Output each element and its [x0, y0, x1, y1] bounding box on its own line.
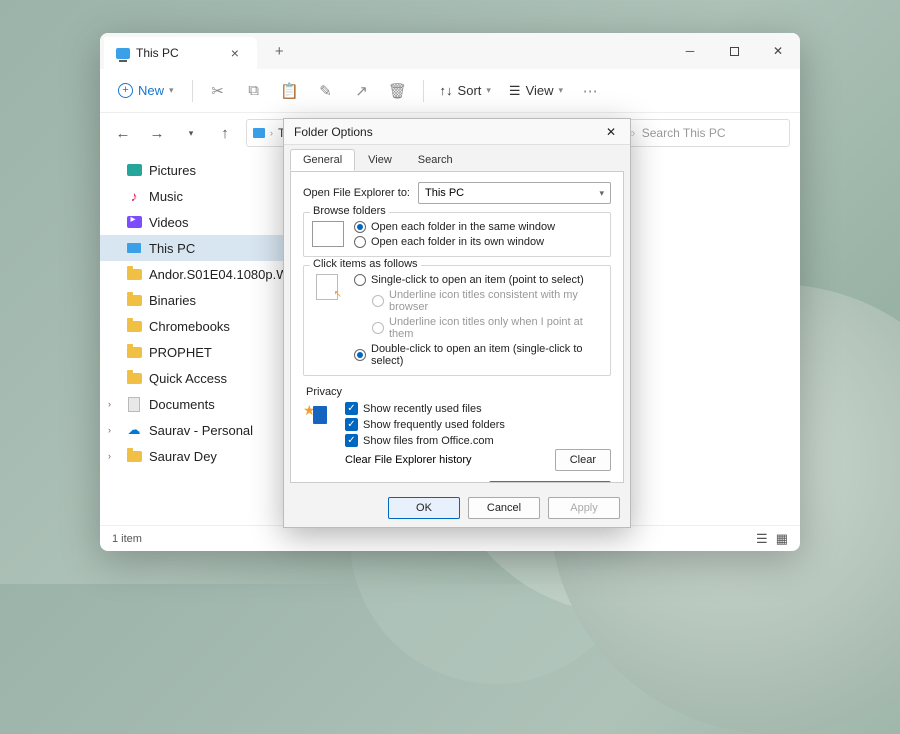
check-recent-files[interactable]: ✓Show recently used files [345, 402, 611, 415]
toolbar: + New ▾ ✂ ⧉ 📋 ✎ ↗ 🗑 ↑↓ Sort ▾ ☰ View ▾ ⋯ [100, 69, 800, 113]
view-button[interactable]: ☰ View ▾ [503, 79, 569, 103]
close-window-button[interactable]: ✕ [756, 33, 800, 69]
open-to-combo[interactable]: This PC ▾ [418, 182, 611, 204]
radio-underline-hover: Underline icon titles only when I point … [372, 316, 602, 340]
radio-double-click[interactable]: Double-click to open an item (single-cli… [354, 343, 602, 367]
radio-same-window[interactable]: Open each folder in the same window [354, 221, 602, 233]
pc-icon [253, 128, 265, 138]
sidebar-item-folder[interactable]: Andor.S01E04.1080p.WEB [100, 261, 290, 287]
sidebar-item-this-pc[interactable]: This PC [100, 235, 290, 261]
chevron-down-icon: ▾ [599, 188, 604, 199]
sidebar-item-folder[interactable]: Binaries [100, 287, 290, 313]
tab-view[interactable]: View [355, 149, 405, 171]
close-tab-icon[interactable]: × [225, 45, 245, 61]
delete-icon[interactable]: 🗑 [383, 76, 413, 106]
forward-button[interactable]: → [144, 120, 170, 146]
sidebar-item-pictures[interactable]: Pictures [100, 157, 290, 183]
sidebar-item-folder[interactable]: PROPHET [100, 339, 290, 365]
more-icon[interactable]: ⋯ [575, 76, 605, 106]
sidebar-item-videos[interactable]: Videos [100, 209, 290, 235]
click-icon [312, 274, 344, 300]
icons-view-icon[interactable]: ▦ [776, 531, 788, 547]
tab-title: This PC [136, 46, 179, 60]
chevron-right-icon[interactable]: › [108, 425, 111, 435]
paste-icon[interactable]: 📋 [275, 76, 305, 106]
cancel-button[interactable]: Cancel [468, 497, 540, 519]
apply-button[interactable]: Apply [548, 497, 620, 519]
search-input[interactable]: ⌕ Search This PC [620, 119, 790, 147]
rename-icon[interactable]: ✎ [311, 76, 341, 106]
chevron-right-icon[interactable]: › [108, 451, 111, 461]
titlebar: This PC × + ─ ✕ [100, 33, 800, 69]
plus-circle-icon: + [118, 83, 133, 98]
browse-folders-group: Browse folders Open each folder in the s… [303, 212, 611, 257]
dialog-titlebar: Folder Options ✕ [284, 119, 630, 145]
sort-button[interactable]: ↑↓ Sort ▾ [434, 79, 497, 102]
sidebar-item-music[interactable]: ♪Music [100, 183, 290, 209]
sort-icon: ↑↓ [440, 83, 453, 98]
window-icon [312, 221, 344, 247]
check-frequent-folders[interactable]: ✓Show frequently used folders [345, 418, 611, 431]
chevron-down-icon: ▾ [169, 85, 174, 96]
active-tab[interactable]: This PC × [104, 37, 257, 69]
sidebar-item-user[interactable]: ›Saurav Dey [100, 443, 290, 469]
maximize-button[interactable] [712, 33, 756, 69]
minimize-button[interactable]: ─ [668, 33, 712, 69]
close-dialog-button[interactable]: ✕ [602, 125, 620, 139]
new-tab-button[interactable]: + [267, 43, 292, 60]
folder-options-dialog: Folder Options ✕ General View Search Ope… [283, 118, 631, 528]
cloud-icon: ☁ [126, 422, 142, 438]
dialog-tabs: General View Search [284, 145, 630, 171]
new-button[interactable]: + New ▾ [110, 79, 182, 102]
dialog-body: Open File Explorer to: This PC ▾ Browse … [290, 171, 624, 483]
sidebar-item-folder[interactable]: Quick Access [100, 365, 290, 391]
clear-button[interactable]: Clear [555, 449, 611, 471]
check-office-files[interactable]: ✓Show files from Office.com [345, 434, 611, 447]
chevron-right-icon[interactable]: › [108, 399, 111, 409]
tab-search[interactable]: Search [405, 149, 466, 171]
sidebar-item-folder[interactable]: Chromebooks [100, 313, 290, 339]
dialog-buttons: OK Cancel Apply [284, 489, 630, 527]
pc-icon [116, 48, 130, 59]
radio-single-click[interactable]: Single-click to open an item (point to s… [354, 274, 602, 286]
radio-own-window[interactable]: Open each folder in its own window [354, 236, 602, 248]
up-button[interactable]: ↑ [212, 120, 238, 146]
restore-highlight: Restore Defaults [489, 481, 611, 483]
open-to-label: Open File Explorer to: [303, 187, 410, 199]
sidebar-item-documents[interactable]: ›Documents [100, 391, 290, 417]
music-icon: ♪ [126, 188, 142, 204]
copy-icon[interactable]: ⧉ [239, 76, 269, 106]
ok-button[interactable]: OK [388, 497, 460, 519]
click-items-group: Click items as follows Single-click to o… [303, 265, 611, 376]
share-icon[interactable]: ↗ [347, 76, 377, 106]
back-button[interactable]: ← [110, 120, 136, 146]
cut-icon[interactable]: ✂ [203, 76, 233, 106]
details-view-icon[interactable]: ☰ [756, 531, 768, 547]
privacy-icon [303, 402, 335, 428]
privacy-group: Privacy ✓Show recently used files ✓Show … [303, 384, 611, 473]
recent-chevron-icon[interactable]: ▾ [178, 120, 204, 146]
clear-history-label: Clear File Explorer history [345, 454, 472, 466]
sidebar: Pictures ♪Music Videos This PC Andor.S01… [100, 153, 290, 525]
status-bar: 1 item ☰ ▦ [100, 525, 800, 551]
tab-general[interactable]: General [290, 149, 355, 171]
view-icon: ☰ [509, 83, 521, 99]
radio-underline-browser: Underline icon titles consistent with my… [372, 289, 602, 313]
sidebar-item-onedrive[interactable]: ›☁Saurav - Personal [100, 417, 290, 443]
